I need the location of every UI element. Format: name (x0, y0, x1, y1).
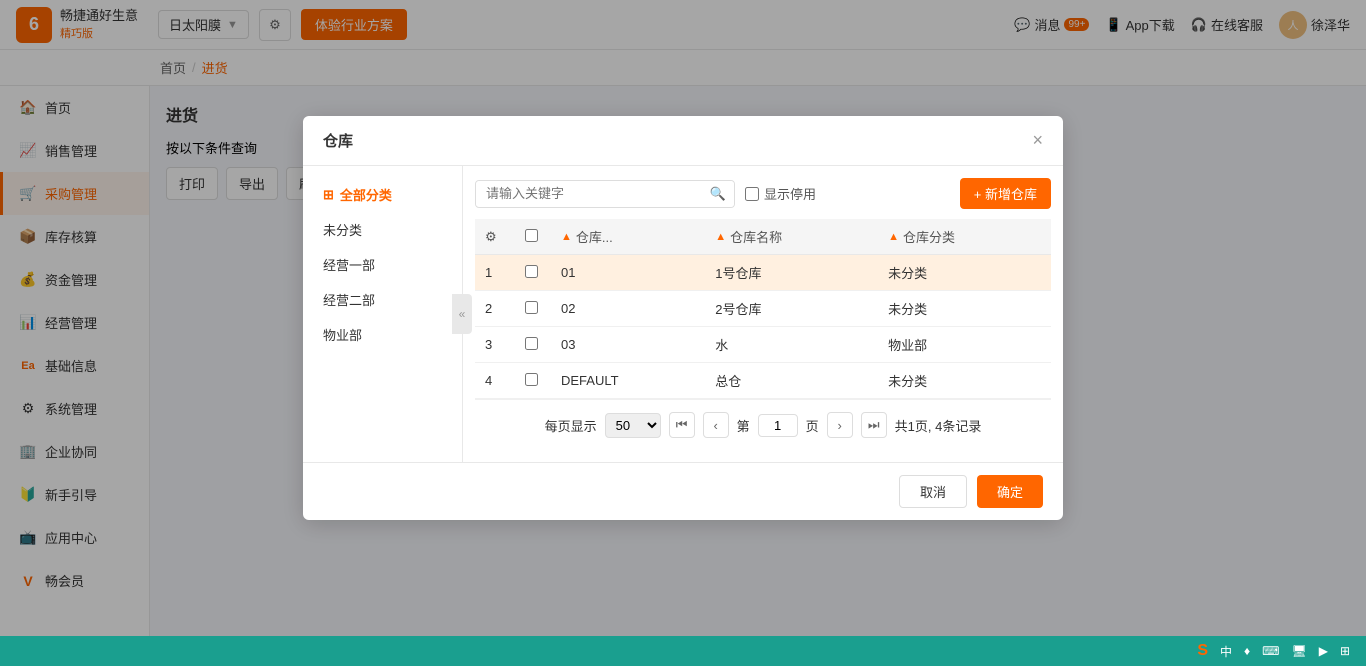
table-row[interactable]: 3 03 水 物业部 (475, 327, 1051, 363)
row-checkbox[interactable] (525, 337, 538, 350)
warehouse-modal: 仓库 × ⊞ 全部分类 未分类 经营一部 经营二部 物业部 « (303, 116, 1063, 520)
statusbar-keyboard[interactable]: ⌨ (1262, 644, 1279, 658)
th-warehouse-category: ▲ 仓库分类 (878, 219, 1051, 255)
modal-overlay: 仓库 × ⊞ 全部分类 未分类 经营一部 经营二部 物业部 « (0, 0, 1366, 636)
table-row[interactable]: 2 02 2号仓库 未分类 (475, 291, 1051, 327)
row-name: 总仓 (705, 363, 878, 399)
th-check (515, 219, 551, 255)
search-input[interactable] (476, 181, 702, 206)
sort-icon: ▲ (715, 231, 726, 243)
add-warehouse-button[interactable]: + 新增仓库 (960, 178, 1051, 209)
all-categories-header[interactable]: ⊞ 全部分类 (311, 178, 454, 211)
statusbar: S 中 ♦ ⌨ 🖥 ▶ ⊞ (0, 636, 1366, 666)
total-info: 共1页, 4条记录 (895, 416, 982, 435)
page-label: 第 (737, 416, 750, 435)
show-disabled-checkbox[interactable] (745, 187, 759, 201)
row-actions: 2 (475, 291, 515, 327)
category-item-ops2[interactable]: 经营二部 (311, 283, 454, 316)
table-container: ⚙ ▲ 仓库... (475, 219, 1051, 399)
row-actions: 1 (475, 255, 515, 291)
confirm-button[interactable]: 确定 (977, 475, 1043, 508)
table-row[interactable]: 4 DEFAULT 总仓 未分类 (475, 363, 1051, 399)
statusbar-dot: ♦ (1244, 644, 1250, 658)
page-unit: 页 (806, 416, 819, 435)
header-row: ⚙ ▲ 仓库... (475, 219, 1051, 255)
last-page-button[interactable]: ⏭ (861, 412, 887, 438)
row-name: 1号仓库 (705, 255, 878, 291)
table-body: 1 01 1号仓库 未分类 2 (475, 255, 1051, 399)
row-actions: 4 (475, 363, 515, 399)
sort-icon: ▲ (561, 231, 572, 243)
row-checkbox[interactable] (525, 373, 538, 386)
row-num: 03 (551, 327, 705, 363)
th-warehouse-name: ▲ 仓库名称 (705, 219, 878, 255)
next-page-button[interactable]: › (827, 412, 853, 438)
row-checkbox-cell (515, 291, 551, 327)
row-actions: 3 (475, 327, 515, 363)
grid-icon: ⊞ (323, 187, 334, 203)
th-gear: ⚙ (475, 219, 515, 255)
pagination: 每页显示 50 10 20 100 ⏮ ‹ 第 页 › ⏭ 共1页, 4条记录 (475, 399, 1051, 450)
row-name: 水 (705, 327, 878, 363)
row-checkbox-cell (515, 255, 551, 291)
statusbar-logo: S (1197, 642, 1208, 660)
search-icon[interactable]: 🔍 (702, 181, 734, 207)
row-num: DEFAULT (551, 363, 705, 399)
table-row[interactable]: 1 01 1号仓库 未分类 (475, 255, 1051, 291)
search-box: 🔍 (475, 180, 735, 208)
row-category: 未分类 (878, 255, 1051, 291)
row-name: 2号仓库 (705, 291, 878, 327)
table-header: ⚙ ▲ 仓库... (475, 219, 1051, 255)
collapse-icon: « (459, 307, 466, 321)
first-page-button[interactable]: ⏮ (669, 412, 695, 438)
row-checkbox-cell (515, 363, 551, 399)
modal-title: 仓库 (323, 130, 353, 151)
page-number-input[interactable] (758, 414, 798, 437)
modal-close-button[interactable]: × (1032, 130, 1043, 151)
category-item-ops1[interactable]: 经营一部 (311, 248, 454, 281)
statusbar-grid[interactable]: ⊞ (1340, 644, 1350, 658)
collapse-sidebar-button[interactable]: « (452, 294, 472, 334)
th-warehouse-num: ▲ 仓库... (551, 219, 705, 255)
row-checkbox[interactable] (525, 301, 538, 314)
row-num: 01 (551, 255, 705, 291)
page-size-select[interactable]: 50 10 20 100 (605, 413, 661, 438)
warehouse-table: ⚙ ▲ 仓库... (475, 219, 1051, 399)
category-item-unclassified[interactable]: 未分类 (311, 213, 454, 246)
prev-page-button[interactable]: ‹ (703, 412, 729, 438)
row-category: 物业部 (878, 327, 1051, 363)
row-category: 未分类 (878, 363, 1051, 399)
modal-footer: 取消 确定 (303, 462, 1063, 520)
show-disabled-label[interactable]: 显示停用 (745, 184, 816, 203)
row-category: 未分类 (878, 291, 1051, 327)
gear-icon: ⚙ (485, 229, 497, 244)
modal-body: ⊞ 全部分类 未分类 经营一部 经营二部 物业部 « 🔍 (303, 166, 1063, 462)
select-all-checkbox[interactable] (525, 229, 538, 242)
sort-icon: ▲ (888, 231, 899, 243)
statusbar-display[interactable]: 🖥 (1291, 644, 1306, 658)
category-sidebar: ⊞ 全部分类 未分类 经营一部 经营二部 物业部 « (303, 166, 463, 462)
table-toolbar: 🔍 显示停用 + 新增仓库 (475, 178, 1051, 209)
cancel-button[interactable]: 取消 (899, 475, 967, 508)
statusbar-lang[interactable]: 中 (1220, 643, 1232, 660)
row-checkbox[interactable] (525, 265, 538, 278)
row-checkbox-cell (515, 327, 551, 363)
modal-header: 仓库 × (303, 116, 1063, 166)
category-item-property[interactable]: 物业部 (311, 318, 454, 351)
statusbar-play[interactable]: ▶ (1319, 644, 1328, 658)
row-num: 02 (551, 291, 705, 327)
table-area: 🔍 显示停用 + 新增仓库 ⚙ (463, 166, 1063, 462)
